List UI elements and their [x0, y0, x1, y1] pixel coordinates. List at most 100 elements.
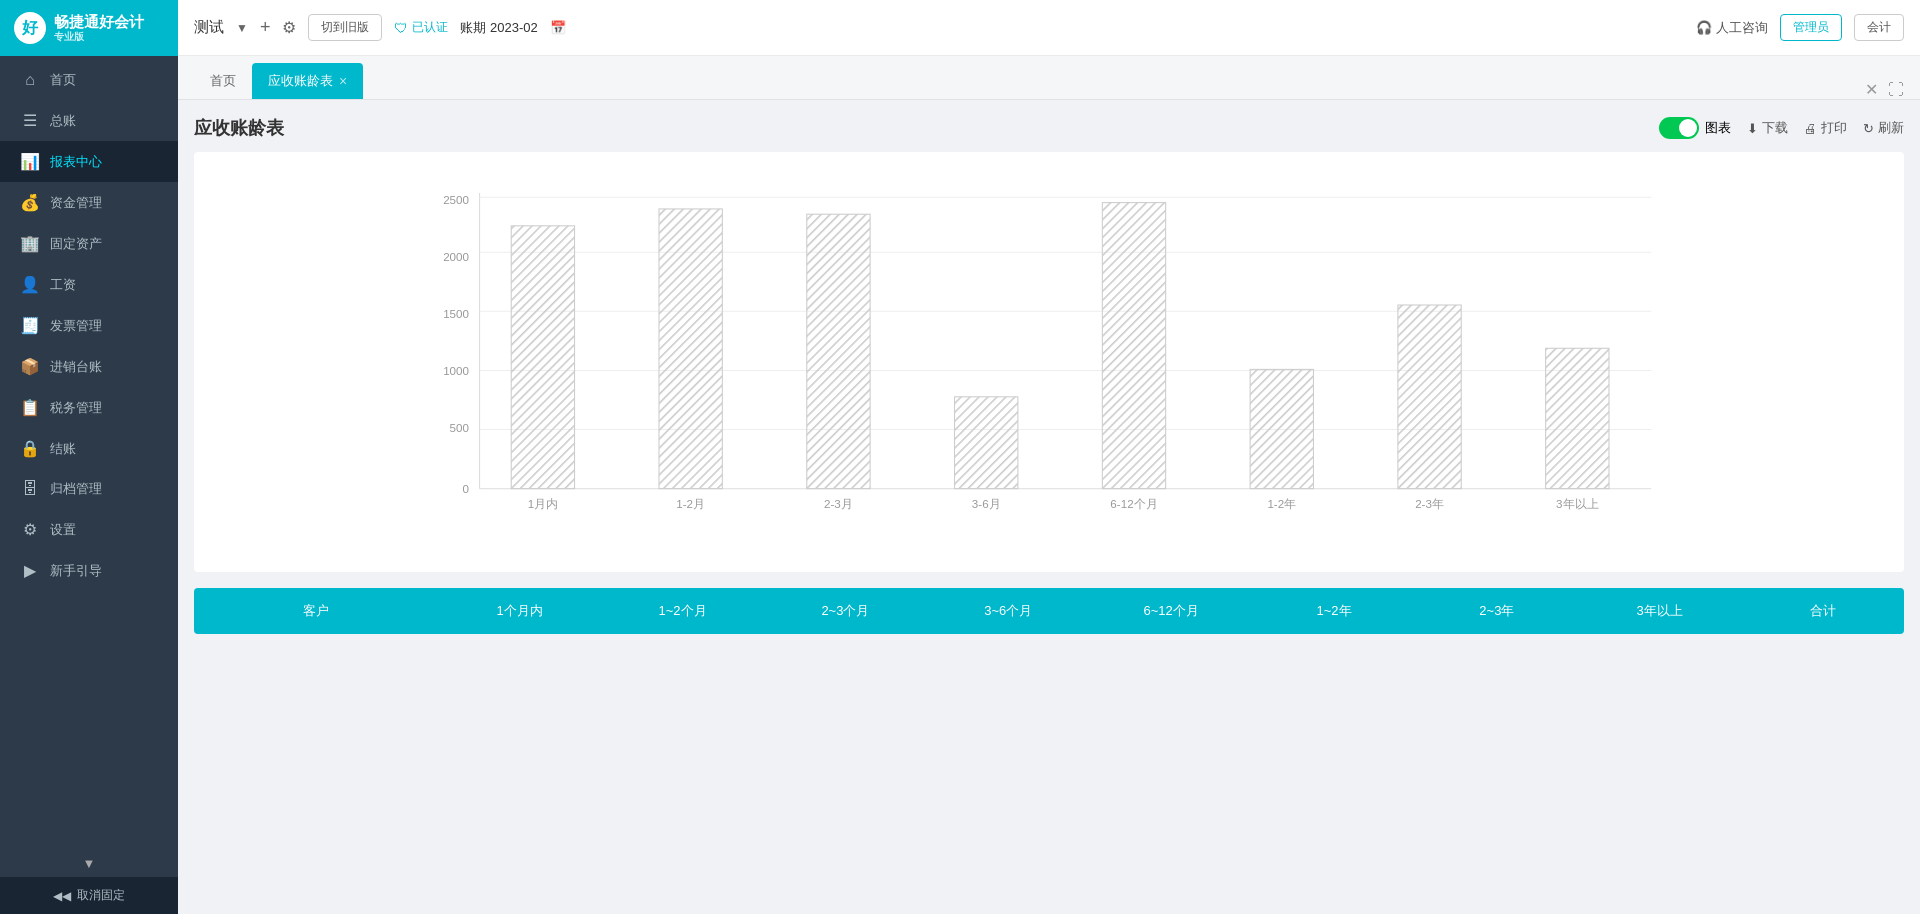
nav-icon-trade: 📦 — [20, 357, 40, 376]
svg-text:2-3年: 2-3年 — [1415, 497, 1444, 510]
app-name: 畅捷通好会计 — [54, 13, 144, 31]
svg-text:3-6月: 3-6月 — [972, 497, 1001, 510]
svg-text:1500: 1500 — [443, 307, 469, 320]
bar-2-3月 — [807, 214, 870, 488]
close-icon[interactable]: ✕ — [1865, 80, 1878, 99]
bar-6-12月 — [1102, 203, 1165, 489]
add-project-button[interactable]: + — [260, 17, 271, 38]
table-container: 客户1个月内1~2个月2~3个月3~6个月6~12个月1~2年2~3年3年以上合… — [194, 588, 1904, 634]
settings-icon[interactable]: ⚙ — [282, 18, 296, 37]
sidebar-item-settings[interactable]: ⚙ 设置 — [0, 509, 178, 550]
tab-aging-label: 应收账龄表 — [268, 72, 333, 90]
bar-1月内 — [511, 226, 574, 489]
table-col-6: 1~2年 — [1253, 588, 1416, 634]
page-title: 应收账龄表 — [194, 116, 284, 140]
refresh-button[interactable]: ↻ 刷新 — [1863, 119, 1904, 137]
nav-label-close: 结账 — [50, 440, 76, 458]
page-header: 应收账龄表 图表 ⬇ 下载 🖨 打印 ↻ 刷新 — [194, 116, 1904, 140]
tab-home[interactable]: 首页 — [194, 63, 252, 99]
table-col-2: 1~2个月 — [601, 588, 764, 634]
nav-label-invoice: 发票管理 — [50, 317, 102, 335]
table-col-0: 客户 — [194, 588, 438, 634]
tabbar-actions: ✕ ⛶ — [1865, 80, 1904, 99]
sidebar-item-capital[interactable]: 💰 资金管理 — [0, 182, 178, 223]
nav-icon-report: 📊 — [20, 152, 40, 171]
sidebar-cancel-pin[interactable]: ◀◀ 取消固定 — [0, 877, 178, 914]
toggle-label: 图表 — [1705, 119, 1731, 137]
main-area: 测试 ▼ + ⚙ 切到旧版 🛡 已认证 账期 2023-02 📅 🎧 人工咨询 … — [178, 0, 1920, 914]
nav-label-archive: 归档管理 — [50, 480, 102, 498]
nav-label-settings: 设置 — [50, 521, 76, 539]
toggle-slider[interactable] — [1659, 117, 1699, 139]
sidebar-item-archive[interactable]: 🗄 归档管理 — [0, 469, 178, 509]
svg-text:6-12个月: 6-12个月 — [1110, 497, 1157, 510]
expand-icon[interactable]: ⛶ — [1888, 81, 1904, 99]
app-edition: 专业版 — [54, 31, 144, 43]
nav-label-report: 报表中心 — [50, 153, 102, 171]
nav-label-trade: 进销台账 — [50, 358, 102, 376]
svg-text:2000: 2000 — [443, 250, 469, 263]
sidebar-item-home[interactable]: ⌂首页 — [0, 60, 178, 100]
topbar-right: 🎧 人工咨询 管理员 会计 — [1696, 14, 1904, 41]
table-col-3: 2~3个月 — [764, 588, 927, 634]
role-button[interactable]: 会计 — [1854, 14, 1904, 41]
project-name: 测试 — [194, 18, 224, 37]
chart-container: 0 500 1000 1500 2000 2500 — [194, 152, 1904, 572]
svg-text:0: 0 — [463, 482, 469, 495]
tab-aging-close[interactable]: × — [339, 73, 347, 89]
calendar-icon[interactable]: 📅 — [550, 20, 566, 35]
sidebar-item-invoice[interactable]: 🧾发票管理 — [0, 305, 178, 346]
nav-icon-archive: 🗄 — [20, 480, 40, 498]
nav-label-salary: 工资 — [50, 276, 76, 294]
svg-text:1-2年: 1-2年 — [1267, 497, 1296, 510]
bar-1-2月 — [659, 209, 722, 489]
sidebar-item-assets[interactable]: 🏢固定资产 — [0, 223, 178, 264]
nav-icon-tax: 📋 — [20, 398, 40, 417]
sidebar: 好 畅捷通好会计 专业版 ⌂首页☰总账📊报表中心💰资金管理🏢固定资产👤工资🧾发票… — [0, 0, 178, 914]
download-button[interactable]: ⬇ 下载 — [1747, 119, 1788, 137]
consult-label: 人工咨询 — [1716, 19, 1768, 37]
logo-text: 畅捷通好会计 专业版 — [54, 13, 144, 43]
headset-icon: 🎧 — [1696, 20, 1712, 35]
sidebar-item-guide[interactable]: ▶新手引导 — [0, 550, 178, 591]
print-button[interactable]: 🖨 打印 — [1804, 119, 1847, 137]
refresh-label: 刷新 — [1878, 119, 1904, 137]
sidebar-item-report[interactable]: 📊 报表中心 — [0, 141, 178, 182]
consult-button[interactable]: 🎧 人工咨询 — [1696, 19, 1768, 37]
sidebar-item-salary[interactable]: 👤工资 — [0, 264, 178, 305]
nav-icon-assets: 🏢 — [20, 234, 40, 253]
sidebar-item-close[interactable]: 🔒结账 — [0, 428, 178, 469]
sidebar-scroll-down[interactable]: ▼ — [0, 850, 178, 877]
nav-label-guide: 新手引导 — [50, 562, 102, 580]
bar-3-6月 — [955, 397, 1018, 489]
nav-icon-settings: ⚙ — [20, 520, 40, 539]
nav-icon-ledger: ☰ — [20, 111, 40, 130]
admin-button[interactable]: 管理员 — [1780, 14, 1842, 41]
nav-label-tax: 税务管理 — [50, 399, 102, 417]
print-icon: 🖨 — [1804, 121, 1817, 136]
cancel-pin-label: 取消固定 — [77, 887, 125, 904]
bar-3年以上 — [1546, 348, 1609, 488]
bar-2-3年 — [1398, 305, 1461, 489]
shield-icon: 🛡 — [394, 20, 408, 36]
tab-aging[interactable]: 应收账龄表 × — [252, 63, 363, 99]
pin-icon: ◀◀ — [53, 889, 71, 903]
nav-label-capital: 资金管理 — [50, 194, 102, 212]
svg-text:500: 500 — [450, 421, 469, 434]
tabbar: 首页 应收账龄表 × ✕ ⛶ — [178, 56, 1920, 100]
sidebar-item-tax[interactable]: 📋 税务管理 — [0, 387, 178, 428]
sidebar-item-trade[interactable]: 📦 进销台账 — [0, 346, 178, 387]
chart-toggle[interactable]: 图表 — [1659, 117, 1731, 139]
period-value: 2023-02 — [490, 20, 538, 35]
topbar: 测试 ▼ + ⚙ 切到旧版 🛡 已认证 账期 2023-02 📅 🎧 人工咨询 … — [178, 0, 1920, 56]
nav-icon-capital: 💰 — [20, 193, 40, 212]
svg-text:1-2月: 1-2月 — [676, 497, 705, 510]
switch-old-button[interactable]: 切到旧版 — [308, 14, 382, 41]
project-dropdown[interactable]: ▼ — [236, 21, 248, 35]
table-col-4: 3~6个月 — [927, 588, 1090, 634]
page-actions: 图表 ⬇ 下载 🖨 打印 ↻ 刷新 — [1659, 117, 1904, 139]
nav-label-ledger: 总账 — [50, 112, 76, 130]
sidebar-item-ledger[interactable]: ☰ 总账 — [0, 100, 178, 141]
period-label: 账期 2023-02 — [460, 19, 537, 37]
bar-chart: 0 500 1000 1500 2000 2500 — [204, 172, 1874, 552]
